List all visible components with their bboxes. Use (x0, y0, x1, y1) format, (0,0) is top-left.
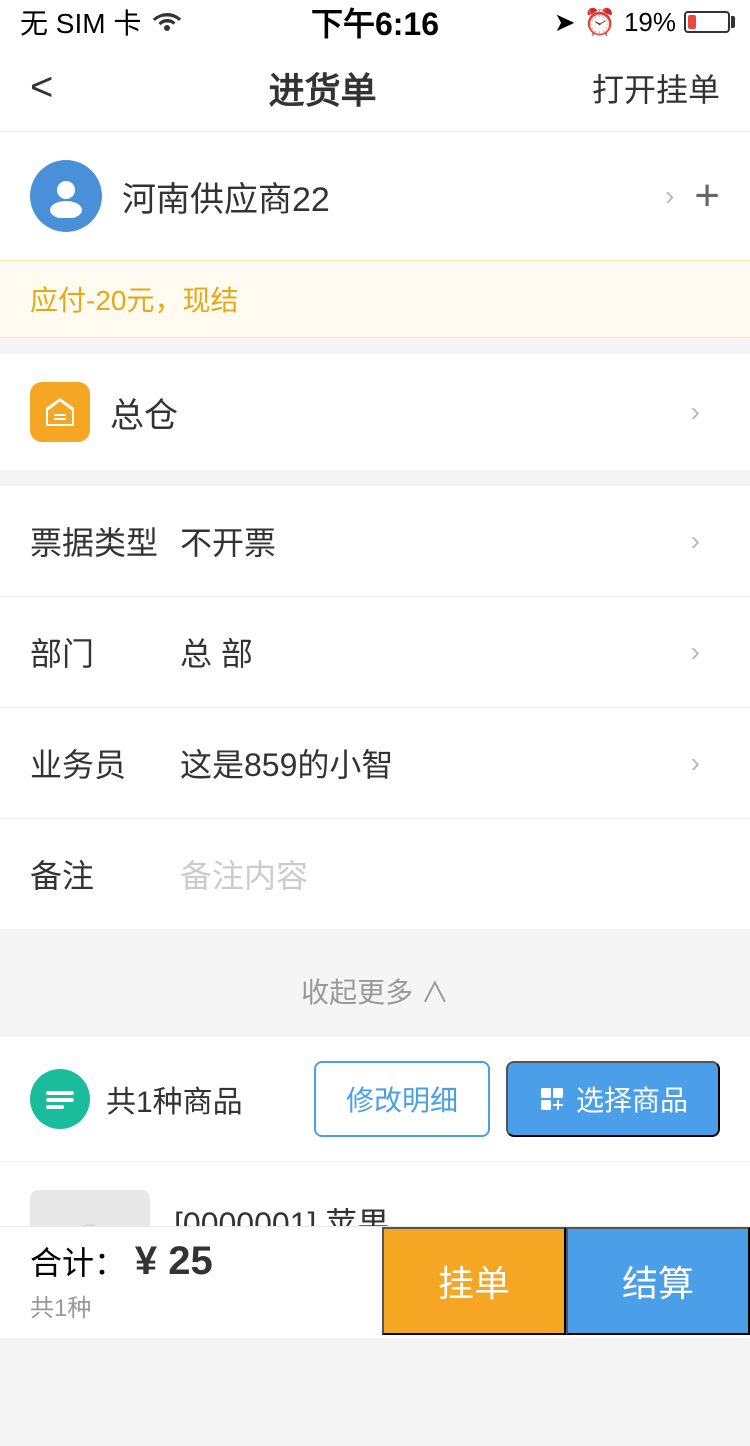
salesman-row[interactable]: 业务员 这是859的小智 › (0, 708, 750, 819)
bottom-bar: 合计： ¥ 25 共1种 挂单 结算 (0, 1226, 750, 1334)
invoice-type-row[interactable]: 票据类型 不开票 › (0, 486, 750, 597)
invoice-type-label: 票据类型 (30, 518, 160, 564)
total-row: 合计： ¥ 25 (30, 1238, 352, 1284)
supplier-chevron-icon: › (665, 180, 674, 212)
remark-input[interactable]: 备注内容 (160, 851, 720, 897)
alarm-icon: ⏰ (584, 7, 616, 38)
supplier-avatar (30, 160, 102, 232)
salesman-label: 业务员 (30, 740, 160, 786)
products-icon (30, 1069, 90, 1129)
department-label: 部门 (30, 629, 160, 675)
battery-icon (684, 11, 730, 33)
supplier-warning: 应付-20元，现结 (0, 260, 750, 338)
department-value: 总 部 (160, 629, 691, 675)
select-product-button[interactable]: 选择商品 (506, 1061, 720, 1137)
page-title: 进货单 (269, 62, 377, 114)
status-left: 无 SIM 卡 (20, 2, 183, 42)
status-bar: 无 SIM 卡 下午6:16 ➤ ⏰ 19% (0, 0, 750, 44)
battery-percent: 19% (624, 7, 676, 38)
warehouse-icon (30, 382, 90, 442)
total-label: 合计： (30, 1245, 126, 1281)
add-supplier-button[interactable]: + (694, 171, 720, 221)
salesman-value: 这是859的小智 (160, 740, 691, 786)
total-amount: ¥ 25 (135, 1239, 213, 1283)
back-button[interactable]: < (30, 65, 53, 110)
warehouse-row[interactable]: 总仓 › (0, 354, 750, 470)
edit-detail-button[interactable]: 修改明细 (314, 1061, 490, 1137)
select-product-label: 选择商品 (576, 1079, 688, 1119)
checkout-button[interactable]: 结算 (566, 1227, 750, 1335)
department-chevron-icon: › (691, 636, 700, 668)
nav-bar: < 进货单 打开挂单 (0, 44, 750, 132)
supplier-section: 河南供应商22 › + 应付-20元，现结 (0, 132, 750, 338)
supplier-name[interactable]: 河南供应商22 (122, 172, 665, 221)
carrier-text: 无 SIM 卡 (20, 2, 141, 42)
remark-label: 备注 (30, 851, 160, 897)
invoice-type-value: 不开票 (160, 518, 691, 564)
products-header: 共1种商品 修改明细 选择商品 (0, 1037, 750, 1162)
collapse-row[interactable]: 收起更多 ∧ (0, 945, 750, 1037)
status-time: 下午6:16 (311, 0, 439, 45)
status-right: ➤ ⏰ 19% (554, 7, 730, 38)
total-section: 合计： ¥ 25 共1种 (0, 1238, 382, 1323)
total-count: 共1种 (30, 1288, 352, 1323)
products-count: 共1种商品 (106, 1077, 298, 1121)
warehouse-chevron-icon: › (691, 396, 700, 428)
warehouse-name: 总仓 (110, 388, 691, 437)
department-row[interactable]: 部门 总 部 › (0, 597, 750, 708)
remark-row[interactable]: 备注 备注内容 (0, 819, 750, 929)
hang-button[interactable]: 挂单 (382, 1227, 566, 1335)
invoice-chevron-icon: › (691, 525, 700, 557)
form-section: 票据类型 不开票 › 部门 总 部 › 业务员 这是859的小智 › 备注 备注… (0, 486, 750, 929)
collapse-label: 收起更多 ∧ (301, 971, 449, 1011)
open-pending-button[interactable]: 打开挂单 (592, 65, 720, 111)
wifi-icon (151, 6, 183, 38)
warehouse-section: 总仓 › (0, 354, 750, 470)
location-icon: ➤ (554, 7, 576, 38)
supplier-row: 河南供应商22 › + (0, 132, 750, 260)
salesman-chevron-icon: › (691, 747, 700, 779)
